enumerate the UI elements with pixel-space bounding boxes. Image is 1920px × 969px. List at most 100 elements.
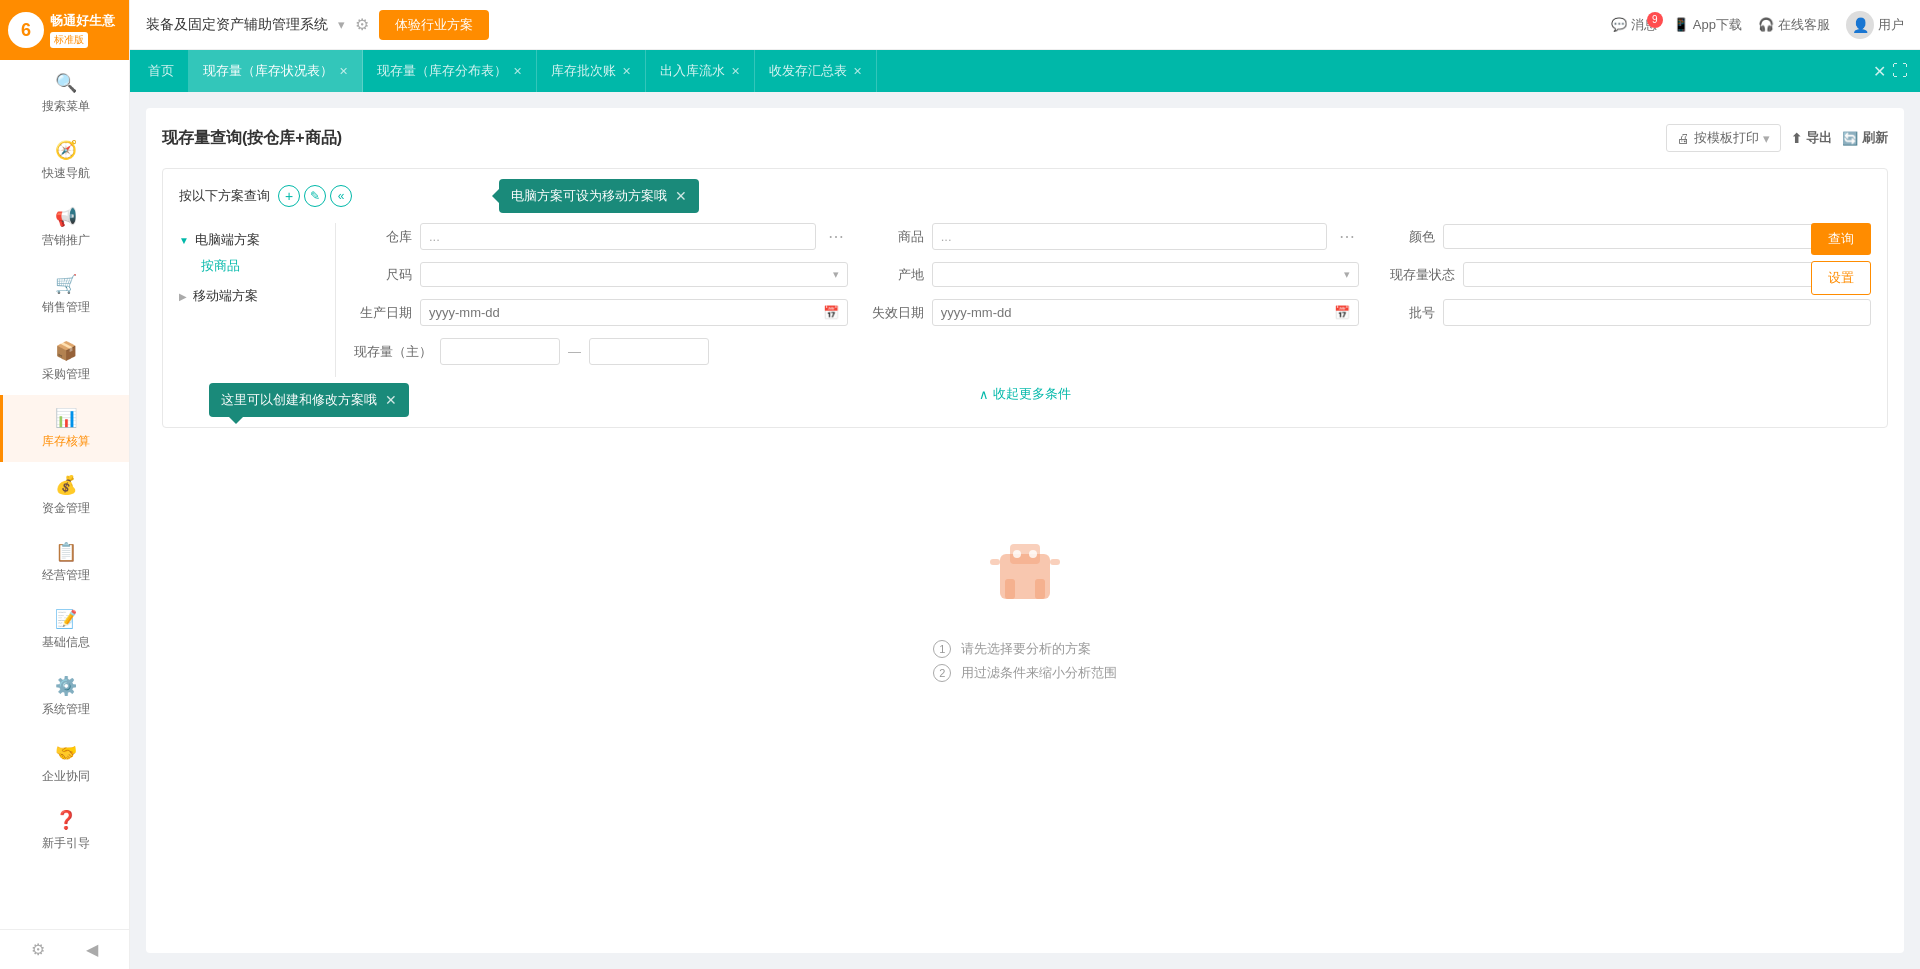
add-scheme-btn[interactable]: + (278, 185, 300, 207)
online-support-btn[interactable]: 🎧 在线客服 (1758, 16, 1830, 34)
print-btn[interactable]: 🖨 按模板打印 ▾ (1666, 124, 1781, 152)
filter-row-3: 生产日期 📅 失效日期 📅 (352, 299, 1871, 326)
scheme-arrow-btn[interactable]: « (330, 185, 352, 207)
filter-header: 按以下方案查询 + ✎ « 电脑方案可设为移动方案哦 ✕ (179, 185, 1871, 207)
dropdown-arrow[interactable]: ▾ (338, 17, 345, 32)
sidebar-item-finance[interactable]: 💰 资金管理 (0, 462, 129, 529)
query-btn[interactable]: 查询 (1811, 223, 1871, 255)
sidebar-item-basic-info[interactable]: 📝 基础信息 (0, 596, 129, 663)
megaphone-icon: 📢 (55, 206, 77, 228)
tab-close-batch[interactable]: ✕ (622, 65, 631, 78)
filter-row-4: 现存量（主） — (352, 338, 1871, 365)
header-right: 💬 9 消息 📱 App下载 🎧 在线客服 👤 用户 (1611, 11, 1904, 39)
refresh-btn[interactable]: 🔄 刷新 (1842, 129, 1888, 147)
reset-btn[interactable]: 设置 (1811, 261, 1871, 295)
svg-rect-7 (1050, 559, 1060, 565)
money-icon: 💰 (55, 474, 77, 496)
app-download-btn[interactable]: 📱 App下载 (1673, 16, 1742, 34)
tab-close-distribution[interactable]: ✕ (513, 65, 522, 78)
sidebar-item-purchase[interactable]: 📦 采购管理 (0, 328, 129, 395)
industry-solution-btn[interactable]: 体验行业方案 (379, 10, 489, 40)
goods-more-btn[interactable]: ⋯ (1335, 223, 1359, 250)
edit-scheme-btn[interactable]: ✎ (304, 185, 326, 207)
tab-home[interactable]: 首页 (134, 50, 189, 92)
expiry-date-field[interactable] (941, 305, 1331, 320)
collapse-bar[interactable]: ∧ 收起更多条件 (179, 377, 1871, 411)
tab-maximize-btn[interactable]: ⛶ (1892, 62, 1908, 81)
user-area[interactable]: 👤 用户 (1846, 11, 1904, 39)
sidebar-item-quick-nav[interactable]: 🧭 快速导航 (0, 127, 129, 194)
sidebar-item-marketing[interactable]: 📢 营销推广 (0, 194, 129, 261)
top-header: 装备及固定资产辅助管理系统 ▾ ⚙ 体验行业方案 💬 9 消息 📱 App下载 … (130, 0, 1920, 50)
batch-no-input[interactable] (1443, 299, 1871, 326)
settings-icon[interactable]: ⚙ (355, 15, 369, 34)
color-select[interactable]: ▾ (1443, 224, 1871, 249)
collapse-arrow-icon: ∧ (979, 387, 989, 402)
tooltip1-close[interactable]: ✕ (675, 188, 687, 204)
collapse-btn[interactable]: ◀ (86, 940, 98, 959)
tab-inventory-status[interactable]: 现存量（库存状况表） ✕ (189, 50, 363, 92)
tab-inventory-distribution[interactable]: 现存量（库存分布表） ✕ (363, 50, 537, 92)
svg-rect-6 (990, 559, 1000, 565)
tab-close-all-btn[interactable]: ✕ (1873, 62, 1886, 81)
settings-bottom-btn[interactable]: ⚙ (31, 940, 45, 959)
filter-label: 按以下方案查询 (179, 187, 270, 205)
sidebar-item-operations[interactable]: 📋 经营管理 (0, 529, 129, 596)
size-select[interactable]: ▾ (420, 262, 848, 287)
inventory-main-start[interactable] (440, 338, 560, 365)
filter-row-1: 仓库 ... ⋯ 商品 ... (352, 223, 1871, 250)
tab-close-inventory-status[interactable]: ✕ (339, 65, 348, 78)
scheme-item-pc[interactable]: ▼ 电脑端方案 (179, 227, 319, 253)
user-avatar: 👤 (1846, 11, 1874, 39)
sidebar-item-search[interactable]: 🔍 搜索菜单 (0, 60, 129, 127)
filter-section: 按以下方案查询 + ✎ « 电脑方案可设为移动方案哦 ✕ (162, 168, 1888, 428)
sidebar-item-cooperation[interactable]: 🤝 企业协同 (0, 730, 129, 797)
tab-close-flow[interactable]: ✕ (731, 65, 740, 78)
sidebar-item-inventory[interactable]: 📊 库存核算 (0, 395, 129, 462)
system-title: 装备及固定资产辅助管理系统 (146, 16, 328, 34)
scheme-collapse-icon: ▶ (179, 291, 187, 302)
prod-date-field[interactable] (429, 305, 819, 320)
sidebar-item-sales[interactable]: 🛒 销售管理 (0, 261, 129, 328)
tab-inventory-batch[interactable]: 库存批次账 ✕ (537, 50, 646, 92)
origin-arrow: ▾ (1344, 268, 1350, 281)
tab-in-out-flow[interactable]: 出入库流水 ✕ (646, 50, 755, 92)
search-icon: 🔍 (55, 72, 77, 94)
notification-btn[interactable]: 💬 9 消息 (1611, 16, 1657, 34)
header-left: 装备及固定资产辅助管理系统 ▾ ⚙ 体验行业方案 (146, 10, 489, 40)
gear-icon: ⚙️ (55, 675, 77, 697)
tab-collect-report[interactable]: 收发存汇总表 ✕ (755, 50, 877, 92)
empty-illustration (975, 524, 1075, 624)
tab-close-collect[interactable]: ✕ (853, 65, 862, 78)
sidebar-item-system[interactable]: ⚙️ 系统管理 (0, 663, 129, 730)
field-goods: 商品 ... ⋯ (864, 223, 1360, 250)
expiry-calendar-icon[interactable]: 📅 (1334, 305, 1350, 320)
origin-select[interactable]: ▾ (932, 262, 1360, 287)
warehouse-more-btn[interactable]: ⋯ (824, 223, 848, 250)
scheme-sub-item-goods[interactable]: 按商品 (195, 253, 319, 279)
field-color: 颜色 ▾ (1375, 224, 1871, 249)
scheme-expand-icon: ▼ (179, 235, 189, 246)
refresh-icon: 🔄 (1842, 131, 1858, 146)
svg-point-2 (1013, 550, 1021, 558)
scheme-item-mobile[interactable]: ▶ 移动端方案 (179, 283, 319, 309)
empty-svg (975, 524, 1075, 624)
tooltip2-close[interactable]: ✕ (385, 392, 397, 408)
box-icon: 📦 (55, 340, 77, 362)
tooltip-create-scheme: 这里可以创建和修改方案哦 ✕ (209, 383, 409, 417)
warehouse-select[interactable]: ... (420, 223, 816, 250)
svg-point-3 (1029, 550, 1037, 558)
scheme-panel: ▼ 电脑端方案 按商品 ▶ 移动端方案 (179, 223, 319, 377)
goods-select[interactable]: ... (932, 223, 1328, 250)
sidebar-bottom: ⚙ ◀ (0, 929, 129, 969)
sidebar-item-guide[interactable]: ❓ 新手引导 (0, 797, 129, 864)
field-origin: 产地 ▾ (864, 262, 1360, 287)
production-date-input[interactable]: 📅 (420, 299, 848, 326)
chart-icon: 📊 (55, 407, 77, 429)
field-production-date: 生产日期 📅 (352, 299, 848, 326)
inventory-main-end[interactable] (589, 338, 709, 365)
expiry-date-input[interactable]: 📅 (932, 299, 1360, 326)
prod-calendar-icon[interactable]: 📅 (823, 305, 839, 320)
inventory-status-select[interactable]: ▾ (1463, 262, 1871, 287)
export-btn[interactable]: ⬆ 导出 (1791, 129, 1832, 147)
